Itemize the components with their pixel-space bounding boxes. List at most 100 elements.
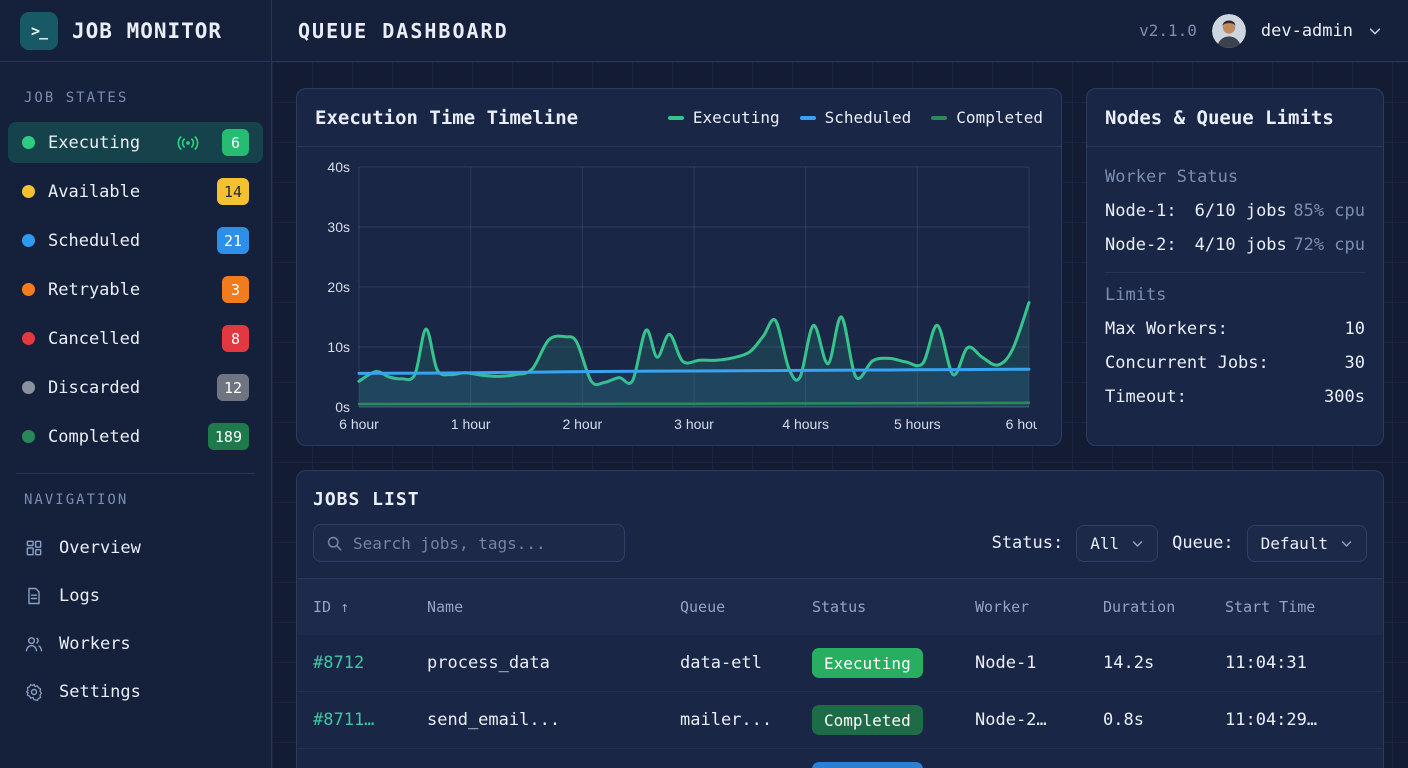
filter-label: Queue: [1172, 533, 1234, 553]
page-title: QUEUE DASHBOARD [298, 18, 509, 43]
jobs-controls: Status: All Queue: Default [297, 510, 1383, 579]
state-label: Scheduled [48, 230, 141, 251]
nodes-body: Worker Status Node-1: 6/10 jobs 85% cpu … [1087, 147, 1383, 407]
state-dot-icon [22, 136, 35, 149]
jobs-card: JOBS LIST Status: All Queue: Default [296, 470, 1384, 768]
x-tick-label: 1 hour [451, 416, 491, 432]
limits-label: Limits [1105, 285, 1167, 305]
column-header[interactable]: ID ↑ [313, 598, 427, 616]
sidebar-item-overview[interactable]: Overview [8, 524, 263, 572]
worker-name: Node-1: [1105, 201, 1177, 221]
state-count-badge: 6 [222, 129, 249, 156]
top-bar: QUEUE DASHBOARD v2.1.0 dev-admin [272, 0, 1408, 62]
job-worker: Node-1 [975, 653, 1037, 673]
state-count-badge: 3 [222, 276, 249, 303]
worker-status-row: Node-2: 4/10 jobs 72% cpu [1105, 235, 1365, 255]
legend-item-scheduled: Scheduled [799, 108, 911, 127]
job-queue: mailer... [680, 710, 773, 730]
column-header[interactable]: Status [812, 598, 975, 616]
table-row[interactable]: #8712 process_data data-etl Executing No… [297, 635, 1383, 692]
nav-label: Logs [59, 586, 100, 606]
job-name: process_data [427, 653, 550, 673]
job-worker: Node-2… [975, 710, 1047, 730]
state-dot-icon [22, 283, 35, 296]
status-badge: Executing [812, 648, 923, 678]
search-input[interactable] [353, 533, 612, 553]
worker-status-label: Worker Status [1105, 167, 1239, 187]
job-queue: data-etl [680, 653, 762, 673]
table-body: #8712 process_data data-etl Executing No… [297, 635, 1383, 768]
nav-label: Settings [59, 682, 141, 702]
search-icon [327, 536, 342, 551]
state-dot-icon [22, 381, 35, 394]
limit-label: Timeout: [1105, 387, 1187, 407]
sidebar-state-completed[interactable]: Completed 189 [8, 416, 263, 457]
chart-legend: Executing Scheduled Completed [667, 108, 1043, 127]
limit-value: 10 [1344, 319, 1365, 339]
state-count-badge: 14 [216, 178, 249, 205]
sidebar-state-executing[interactable]: Executing 6 [8, 122, 263, 163]
limit-value: 300s [1324, 387, 1365, 407]
x-tick-label: 2 hour [562, 416, 602, 432]
sidebar-state-discarded[interactable]: Discarded 12 [8, 367, 263, 408]
chevron-down-icon [1132, 540, 1143, 547]
live-broadcast-icon [177, 135, 199, 150]
state-label: Available [48, 181, 141, 202]
limit-label: Max Workers: [1105, 319, 1228, 339]
state-label: Retryable [48, 279, 141, 300]
job-duration: 0.8s [1103, 710, 1144, 730]
worker-jobs: 6/10 jobs [1194, 201, 1287, 221]
state-label: Executing [48, 132, 141, 153]
state-count-badge: 21 [216, 227, 249, 254]
sidebar-state-available[interactable]: Available 14 [8, 171, 263, 212]
sidebar-item-logs[interactable]: Logs [8, 572, 263, 620]
chart-body: 0s 10s 20s 30s 40s 6 hour 1 hour 2 hour 3 hour 4 … [297, 147, 1061, 445]
chevron-down-icon[interactable] [1368, 24, 1382, 38]
jobs-list-title: JOBS LIST [313, 489, 420, 510]
sidebar-item-workers[interactable]: Workers [8, 620, 263, 668]
search-box[interactable] [313, 524, 625, 562]
filter-group: Queue: Default [1172, 524, 1367, 562]
filter-select-status[interactable]: All [1076, 524, 1159, 562]
sidebar-item-settings[interactable]: Settings [8, 668, 263, 716]
column-header[interactable]: Start Time [1225, 598, 1383, 616]
legend-label: Completed [956, 108, 1043, 127]
limit-value: 30 [1344, 353, 1365, 373]
table-row[interactable]: #8710 process_data mailer Scheduled Node… [297, 749, 1383, 768]
terminal-icon: >_ [20, 11, 58, 50]
main-content: Execution Time Timeline Executing Schedul… [272, 62, 1408, 768]
timeline-chart: 0s 10s 20s 30s 40s 6 hour 1 hour 2 hour 3 hour 4 … [327, 159, 1052, 432]
chevron-down-icon [1341, 540, 1352, 547]
series-line-completed [357, 401, 1031, 406]
state-count-badge: 12 [216, 374, 249, 401]
nodes-title: Nodes & Queue Limits [1105, 106, 1334, 129]
column-header[interactable]: Worker [975, 598, 1103, 616]
job-start-time: 11:04:31 [1225, 653, 1307, 673]
x-tick-label: 3 hour [674, 416, 714, 432]
users-icon [25, 637, 43, 652]
limit-row: Max Workers: 10 [1105, 319, 1365, 339]
user-name[interactable]: dev-admin [1261, 21, 1353, 41]
job-id-link[interactable]: #8712 [313, 653, 427, 673]
job-states-section-label: JOB STATES [24, 90, 129, 106]
topbar-right: v2.1.0 dev-admin [1139, 13, 1382, 48]
sidebar-divider [16, 473, 255, 474]
column-header[interactable]: Name [427, 598, 680, 616]
sidebar-state-cancelled[interactable]: Cancelled 8 [8, 318, 263, 359]
job-id-link[interactable]: #8711… [313, 710, 427, 730]
filter-selected-value: Default [1260, 533, 1328, 553]
avatar[interactable] [1211, 13, 1246, 48]
sidebar-state-retryable[interactable]: Retryable 3 [8, 269, 263, 310]
state-count-badge: 189 [207, 423, 249, 450]
filter-select-queue[interactable]: Default [1246, 524, 1367, 562]
job-states-list: Executing 6 Available 14 Scheduled 21 Re… [8, 122, 263, 457]
table-row[interactable]: #8711… send_email... mailer... Completed… [297, 692, 1383, 749]
column-header[interactable]: Duration [1103, 598, 1225, 616]
state-label: Cancelled [48, 328, 141, 349]
status-badge: Completed [812, 705, 923, 735]
sidebar-state-scheduled[interactable]: Scheduled 21 [8, 220, 263, 261]
column-header[interactable]: Queue [680, 598, 812, 616]
timeline-title: Execution Time Timeline [315, 106, 579, 129]
filter-label: Status: [991, 533, 1064, 553]
worker-name: Node-2: [1105, 235, 1177, 255]
